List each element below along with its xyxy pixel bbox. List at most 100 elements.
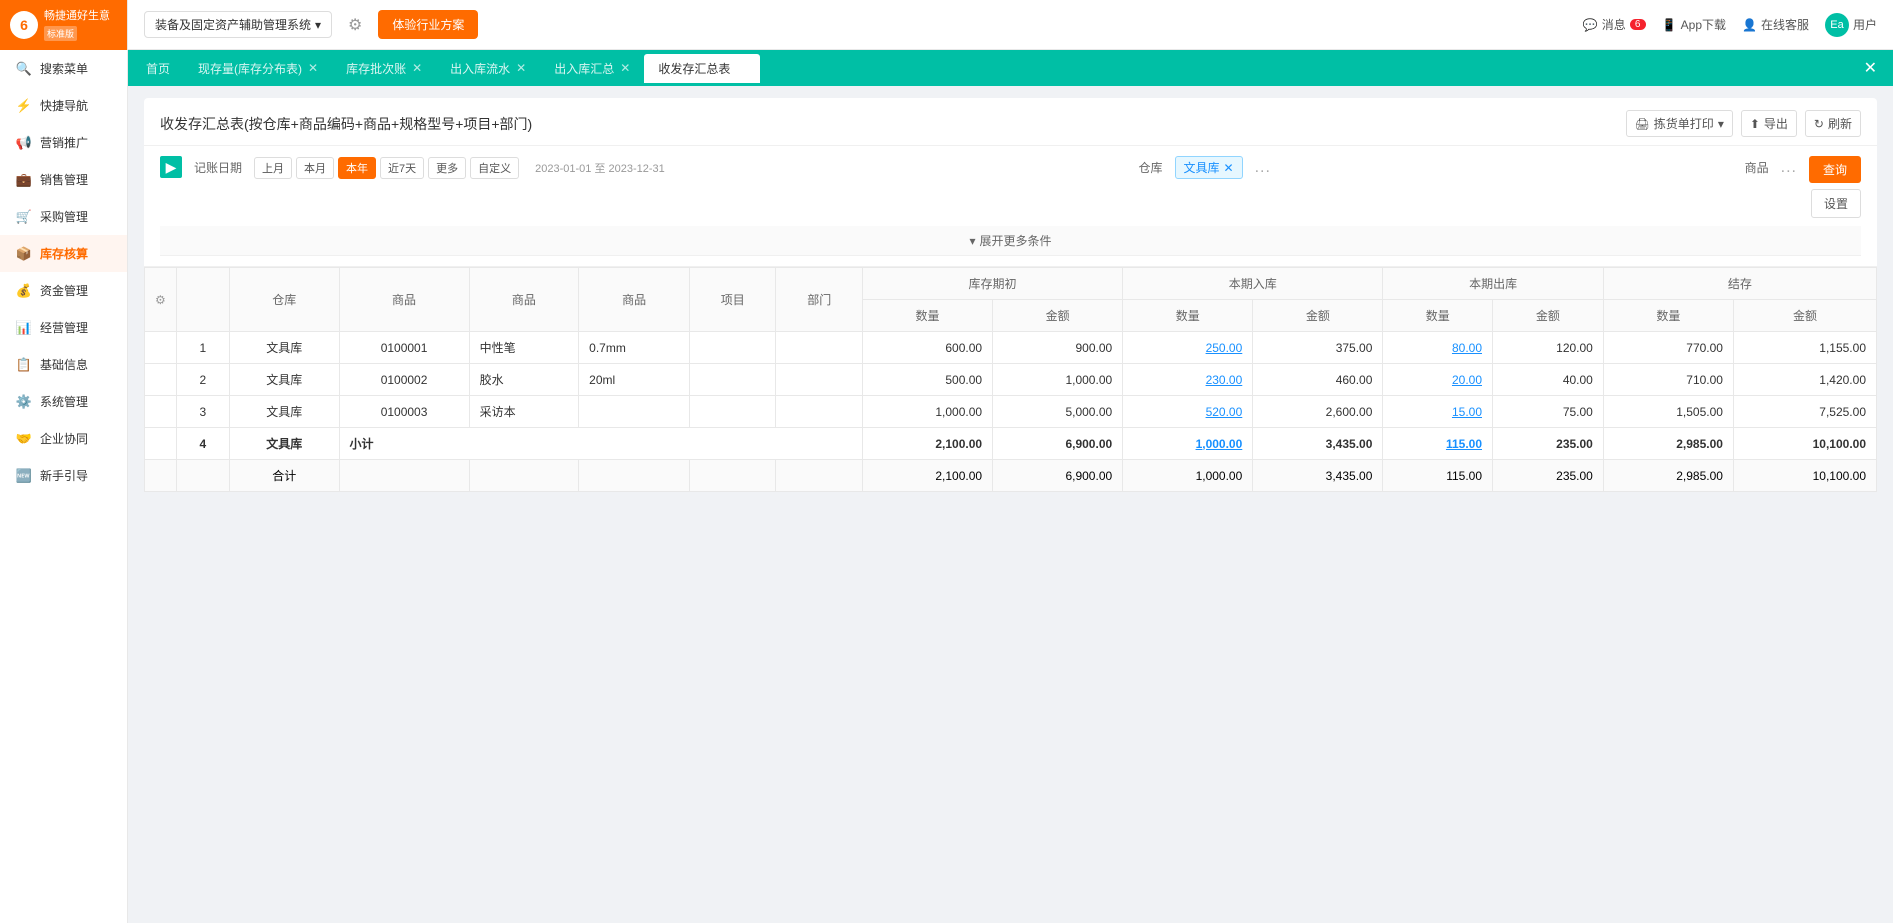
row-out-qty-1[interactable]: 20.00 — [1383, 364, 1493, 396]
sidebar-item-9[interactable]: ⚙️ 系统管理 — [0, 383, 127, 420]
sidebar-item-5[interactable]: 📦 库存核算 — [0, 235, 127, 272]
tab-item-3[interactable]: 出入库流水✕ — [436, 54, 540, 83]
row-gear-1[interactable] — [145, 364, 177, 396]
sidebar-item-0[interactable]: 🔍 搜索菜单 — [0, 50, 127, 87]
tab-item-5[interactable]: 收发存汇总表✕ — [644, 54, 760, 83]
table-row: 2 文具库 0100002 胶水 20ml 500.00 1,000.00 23… — [145, 364, 1877, 396]
message-icon: 💬 — [1583, 18, 1598, 32]
date-btn-3[interactable]: 近7天 — [380, 157, 424, 179]
row-warehouse-1: 文具库 — [229, 364, 339, 396]
total-open-qty: 2,100.00 — [862, 460, 992, 492]
close-icon[interactable]: ✕ — [1224, 161, 1234, 175]
online-service-item[interactable]: 👤 在线客服 — [1742, 16, 1809, 33]
sidebar-item-4[interactable]: 🛒 采购管理 — [0, 198, 127, 235]
sidebar-item-6[interactable]: 💰 资金管理 — [0, 272, 127, 309]
tabbar: 首页现存量(库存分布表)✕库存批次账✕出入库流水✕出入库汇总✕收发存汇总表✕✕ — [128, 50, 1893, 86]
sidebar-item-8[interactable]: 📋 基础信息 — [0, 346, 127, 383]
subtotal-in-qty[interactable]: 1,000.00 — [1123, 428, 1253, 460]
row-in-qty-1[interactable]: 230.00 — [1123, 364, 1253, 396]
date-btn-5[interactable]: 自定义 — [470, 157, 519, 179]
warehouse-more-dots[interactable]: ... — [1255, 159, 1271, 177]
app-download-item[interactable]: 📱 App下载 — [1662, 16, 1726, 33]
row-warehouse-2: 文具库 — [229, 396, 339, 428]
subtotal-open-qty: 2,100.00 — [862, 428, 992, 460]
avatar: Ea — [1825, 13, 1849, 37]
tab-item-1[interactable]: 现存量(库存分布表)✕ — [184, 54, 332, 83]
row-code-2: 0100003 — [339, 396, 469, 428]
subtotal-open-amt: 6,900.00 — [993, 428, 1123, 460]
row-bal-amt-0: 1,155.00 — [1733, 332, 1876, 364]
sidebar-item-10[interactable]: 🤝 企业协同 — [0, 420, 127, 457]
col-bal-qty: 数量 — [1603, 300, 1733, 332]
menu-icon-7: 📊 — [16, 320, 32, 336]
tabbar-close-all-btn[interactable]: ✕ — [1852, 58, 1889, 78]
menu-label-1: 快捷导航 — [40, 97, 88, 114]
settings-col-header[interactable]: ⚙ — [145, 268, 177, 332]
row-gear-2[interactable] — [145, 396, 177, 428]
system-select[interactable]: 装备及固定资产辅助管理系统 ▾ — [144, 11, 332, 38]
row-bal-qty-1: 710.00 — [1603, 364, 1733, 396]
total-open-amt: 6,900.00 — [993, 460, 1123, 492]
date-btn-1[interactable]: 本月 — [296, 157, 334, 179]
row-out-qty-0[interactable]: 80.00 — [1383, 332, 1493, 364]
app-download-label: App下载 — [1681, 16, 1726, 33]
tab-item-0[interactable]: 首页 — [132, 54, 184, 83]
user-label: 用户 — [1853, 16, 1877, 33]
settings-button[interactable]: 设置 — [1811, 189, 1861, 218]
print-btn[interactable]: 🖨 拣货单打印 ▾ — [1626, 110, 1733, 137]
menu-label-11: 新手引导 — [40, 467, 88, 484]
total-dept-cell — [776, 460, 862, 492]
sidebar-item-7[interactable]: 📊 经营管理 — [0, 309, 127, 346]
topbar-right: 💬 消息 6 📱 App下载 👤 在线客服 Ea 用户 — [1583, 13, 1877, 37]
date-btn-4[interactable]: 更多 — [428, 157, 466, 179]
sidebar-item-2[interactable]: 📢 营销推广 — [0, 124, 127, 161]
messages-item[interactable]: 💬 消息 6 — [1583, 16, 1646, 33]
total-settings-cell — [145, 460, 177, 492]
page-card: 收发存汇总表(按仓库+商品编码+商品+规格型号+项目+部门) 🖨 拣货单打印 ▾… — [144, 98, 1877, 492]
tab-close-1[interactable]: ✕ — [308, 61, 318, 75]
menu-label-8: 基础信息 — [40, 356, 88, 373]
row-in-amt-0: 375.00 — [1253, 332, 1383, 364]
goods-more-dots[interactable]: ... — [1781, 159, 1797, 177]
date-btn-0[interactable]: 上月 — [254, 157, 292, 179]
tab-close-2[interactable]: ✕ — [412, 61, 422, 75]
row-project-1 — [689, 364, 775, 396]
export-btn[interactable]: ⬆ 导出 — [1741, 110, 1797, 137]
row-in-qty-2[interactable]: 520.00 — [1123, 396, 1253, 428]
row-code-0: 0100001 — [339, 332, 469, 364]
subtotal-out-qty[interactable]: 115.00 — [1383, 428, 1493, 460]
sidebar-item-1[interactable]: ⚡ 快捷导航 — [0, 87, 127, 124]
tab-close-3[interactable]: ✕ — [516, 61, 526, 75]
row-name-1: 胶水 — [469, 364, 579, 396]
sidebar-logo: 6 畅捷通好生意 标准版 — [0, 0, 127, 50]
menu-icon-5: 📦 — [16, 246, 32, 262]
date-btn-2[interactable]: 本年 — [338, 157, 376, 179]
row-out-qty-2[interactable]: 15.00 — [1383, 396, 1493, 428]
filter-expand-btn[interactable]: ▾ 展开更多条件 — [160, 226, 1861, 256]
tab-item-4[interactable]: 出入库汇总 ✕ — [540, 54, 644, 83]
topbar-gear-icon[interactable]: ⚙ — [344, 11, 366, 39]
row-bal-qty-0: 770.00 — [1603, 332, 1733, 364]
warehouse-tag[interactable]: 文具库 ✕ — [1175, 156, 1243, 179]
trial-btn[interactable]: 体验行业方案 — [378, 10, 478, 39]
tab-close-5[interactable]: ✕ — [736, 61, 746, 75]
row-no-0: 1 — [176, 332, 229, 364]
row-open-amt-2: 5,000.00 — [993, 396, 1123, 428]
tab-close-4[interactable]: ✕ — [620, 61, 630, 75]
sidebar-item-3[interactable]: 💼 销售管理 — [0, 161, 127, 198]
query-button[interactable]: 查询 — [1809, 156, 1861, 183]
col-in-amt: 金额 — [1253, 300, 1383, 332]
tab-item-2[interactable]: 库存批次账✕ — [332, 54, 436, 83]
row-gear-0[interactable] — [145, 332, 177, 364]
user-item[interactable]: Ea 用户 — [1825, 13, 1877, 37]
phone-icon: 📱 — [1662, 18, 1677, 32]
row-out-amt-0: 120.00 — [1493, 332, 1604, 364]
tab-label-4: 出入库汇总 — [554, 60, 614, 77]
warehouse-tag-text: 文具库 — [1184, 159, 1220, 176]
row-in-qty-0[interactable]: 250.00 — [1123, 332, 1253, 364]
menu-label-2: 营销推广 — [40, 134, 88, 151]
sidebar-item-11[interactable]: 🆕 新手引导 — [0, 457, 127, 494]
refresh-btn[interactable]: ↻ 刷新 — [1805, 110, 1861, 137]
main-table: ⚙ 仓库 商品 商品 商品 项目 部门 库存期初 本期入库 本期出库 结存 — [144, 267, 1877, 492]
expand-arrow-btn[interactable]: ▶ — [160, 156, 182, 178]
